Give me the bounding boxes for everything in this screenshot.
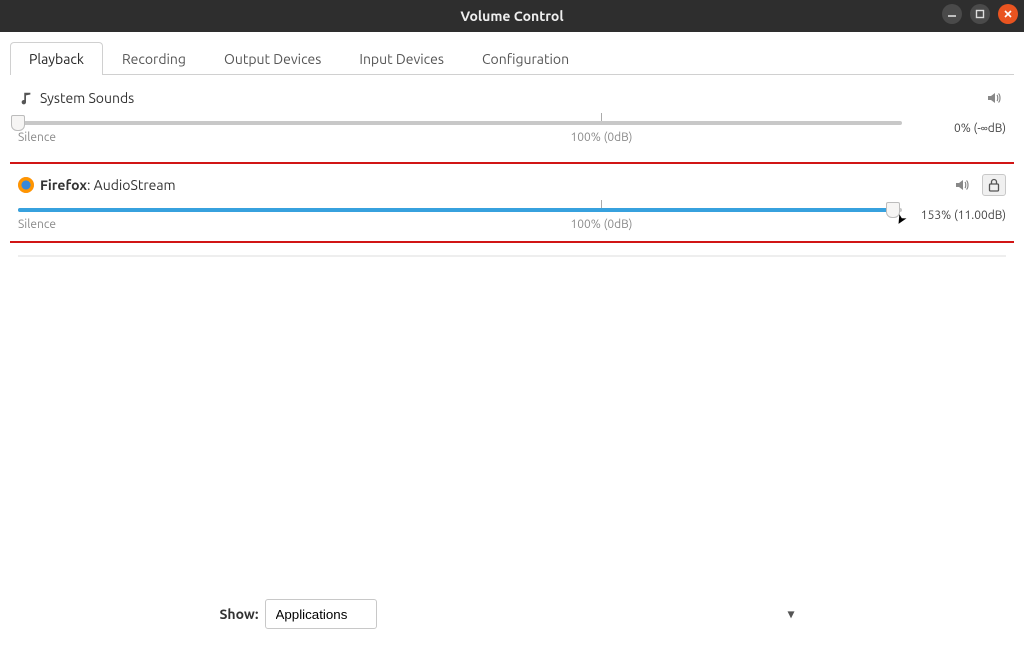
slider-thumb[interactable] (886, 202, 900, 218)
tab-output-devices[interactable]: Output Devices (205, 42, 340, 75)
stream-name: Firefox: AudioStream (40, 177, 176, 193)
stream-name: System Sounds (40, 90, 134, 106)
hundred-percent-label: 100% (0dB) (570, 218, 632, 231)
stream-row: System Sounds Silence 100% (0dB) 0% (-∞dB) (18, 87, 1006, 144)
stream-header: Firefox: AudioStream (18, 174, 1006, 196)
volume-readout: 153% (11.00dB) (916, 209, 1006, 222)
tab-playback[interactable]: Playback (10, 42, 103, 75)
show-label: Show: (219, 606, 258, 622)
firefox-icon (18, 177, 34, 193)
tabs: PlaybackRecordingOutput DevicesInput Dev… (10, 42, 1014, 75)
minimize-button[interactable] (942, 4, 962, 24)
window-title: Volume Control (460, 8, 563, 24)
titlebar: Volume Control (0, 0, 1024, 32)
slider-row: Silence 100% (0dB) 0% (-∞dB) (18, 113, 1006, 144)
tab-configuration[interactable]: Configuration (463, 42, 588, 75)
show-select[interactable]: Applications (265, 599, 377, 629)
volume-slider[interactable]: Silence 100% (0dB) (18, 113, 902, 144)
volume-readout: 0% (-∞dB) (916, 122, 1006, 135)
mute-button[interactable] (950, 174, 974, 196)
stream-header: System Sounds (18, 87, 1006, 109)
window-controls (942, 4, 1018, 24)
stream-row: Firefox: AudioStream➤Silence100% (0dB) 1… (10, 162, 1014, 243)
music-note-icon (18, 90, 34, 106)
mute-button[interactable] (982, 87, 1006, 109)
slider-scale: Silence 100% (0dB) (18, 131, 902, 144)
lock-channels-button[interactable] (982, 174, 1006, 196)
hundred-percent-label: 100% (0dB) (570, 131, 632, 144)
stream-label: System Sounds (18, 90, 974, 106)
separator (18, 255, 1006, 257)
volume-slider[interactable]: ➤Silence100% (0dB) (18, 200, 902, 231)
stream-label: Firefox: AudioStream (18, 177, 942, 193)
silence-label: Silence (18, 131, 56, 144)
close-button[interactable] (998, 4, 1018, 24)
tab-recording[interactable]: Recording (103, 42, 205, 75)
slider-scale: Silence 100% (0dB) (18, 218, 902, 231)
maximize-button[interactable] (970, 4, 990, 24)
playback-content: System Sounds Silence 100% (0dB) 0% (-∞dB)… (10, 75, 1014, 589)
silence-label: Silence (18, 218, 56, 231)
slider-thumb[interactable] (11, 115, 25, 131)
slider-row: ➤Silence100% (0dB) 153% (11.00dB) (18, 200, 1006, 231)
tab-input-devices[interactable]: Input Devices (340, 42, 463, 75)
footer: Show: Applications (10, 589, 1014, 645)
